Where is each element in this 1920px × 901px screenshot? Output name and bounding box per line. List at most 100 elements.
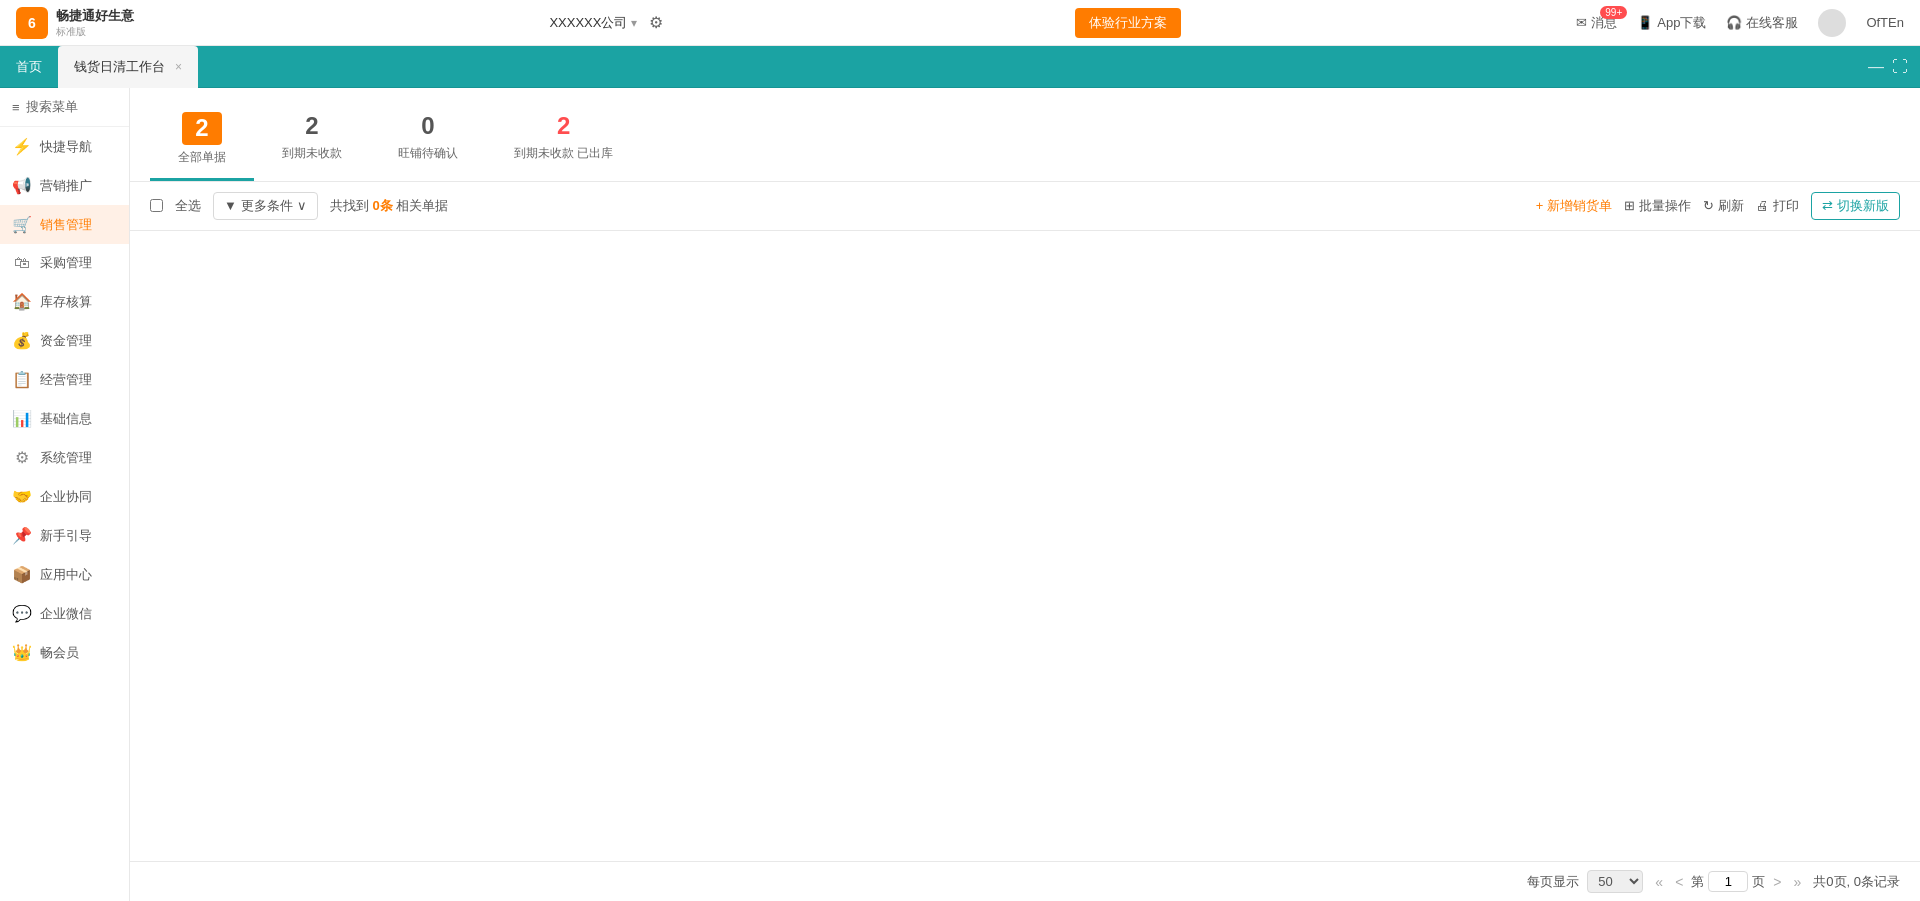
- card-wangpu-pending-label: 旺铺待确认: [398, 145, 458, 162]
- sidebar-item-wechat[interactable]: 💬 企业微信: [0, 594, 129, 633]
- purchase-icon: 🛍: [12, 254, 32, 272]
- card-all[interactable]: 2 全部单据: [150, 104, 254, 181]
- card-overdue-uncollected[interactable]: 2 到期未收款: [254, 104, 370, 181]
- sidebar-item-label: 企业微信: [40, 605, 92, 623]
- batch-icon: ⊞: [1624, 198, 1635, 213]
- tab-qhrq[interactable]: 钱货日清工作台 ×: [58, 46, 198, 88]
- sidebar-item-label: 销售管理: [40, 216, 92, 234]
- company-name: XXXXXX公司: [549, 14, 627, 32]
- last-page-btn[interactable]: »: [1790, 872, 1806, 892]
- sidebar-item-cooperation[interactable]: 🤝 企业协同: [0, 477, 129, 516]
- message-btn[interactable]: ✉ 消息 99+: [1576, 14, 1617, 32]
- print-btn[interactable]: 🖨 打印: [1756, 197, 1799, 215]
- refresh-label: 刷新: [1718, 197, 1744, 215]
- switch-version-btn[interactable]: ⇄ 切换新版: [1811, 192, 1900, 220]
- card-all-num: 2: [182, 112, 222, 145]
- first-page-btn[interactable]: «: [1651, 872, 1667, 892]
- app-center-icon: 📦: [12, 565, 32, 584]
- logo-subtitle: 标准版: [56, 25, 134, 39]
- sidebar-item-system[interactable]: ⚙ 系统管理: [0, 438, 129, 477]
- card-overdue-uncollected-num: 2: [292, 112, 332, 141]
- sidebar-item-purchase[interactable]: 🛍 采购管理: [0, 244, 129, 282]
- select-all-label: 全选: [175, 197, 201, 215]
- logo-text: 畅捷通好生意 标准版: [56, 7, 134, 39]
- logo-area: 6 畅捷通好生意 标准版: [16, 7, 134, 39]
- prev-page-btn[interactable]: <: [1671, 872, 1687, 892]
- online-service-btn[interactable]: 🎧 在线客服: [1726, 14, 1798, 32]
- card-overdue-shipped-label: 到期未收款 已出库: [514, 145, 613, 162]
- card-overdue-shipped-num: 2: [544, 112, 584, 141]
- message-badge: 99+: [1600, 6, 1627, 19]
- marketing-icon: 📢: [12, 176, 32, 195]
- app-download-btn[interactable]: 📱 App下载: [1637, 14, 1706, 32]
- card-overdue-uncollected-label: 到期未收款: [282, 145, 342, 162]
- sidebar-item-label: 资金管理: [40, 332, 92, 350]
- sidebar-item-quick-nav[interactable]: ⚡ 快捷导航: [0, 127, 129, 166]
- per-page-label: 每页显示: [1527, 873, 1579, 891]
- download-icon: 📱: [1637, 15, 1653, 30]
- page-total: 共0页, 0条记录: [1813, 873, 1900, 891]
- system-icon: ⚙: [12, 448, 32, 467]
- table-area: [130, 231, 1920, 861]
- switch-label: 切换新版: [1837, 197, 1889, 215]
- settings-icon[interactable]: ⚙: [649, 13, 663, 32]
- sales-icon: 🛒: [12, 215, 32, 234]
- per-page-select[interactable]: 20 50 100: [1587, 870, 1643, 893]
- content-area: 2 全部单据 2 到期未收款 0 旺铺待确认 2 到期未收款 已出库 全选: [130, 88, 1920, 901]
- chevron-down-icon: ∨: [297, 198, 307, 213]
- sidebar-item-inventory[interactable]: 🏠 库存核算: [0, 282, 129, 321]
- more-filter-label: 更多条件: [241, 197, 293, 215]
- sidebar-item-app-center[interactable]: 📦 应用中心: [0, 555, 129, 594]
- avatar[interactable]: [1818, 9, 1846, 37]
- search-menu-btn[interactable]: ≡ 搜索菜单: [0, 88, 129, 127]
- toolbar: 全选 ▼ 更多条件 ∨ 共找到 0条 相关单据 + 新增销货单 ⊞: [130, 182, 1920, 231]
- refresh-btn[interactable]: ↻ 刷新: [1703, 197, 1744, 215]
- sidebar-item-label: 系统管理: [40, 449, 92, 467]
- more-filter-btn[interactable]: ▼ 更多条件 ∨: [213, 192, 318, 220]
- print-label: 打印: [1773, 197, 1799, 215]
- page-input[interactable]: [1708, 871, 1748, 892]
- select-all-checkbox[interactable]: [150, 199, 163, 212]
- card-wangpu-pending[interactable]: 0 旺铺待确认: [370, 104, 486, 181]
- expand-icon[interactable]: ⛶: [1892, 58, 1908, 76]
- batch-operation-btn[interactable]: ⊞ 批量操作: [1624, 197, 1691, 215]
- company-selector[interactable]: XXXXXX公司 ▾ ⚙: [549, 13, 663, 32]
- switch-icon: ⇄: [1822, 198, 1833, 213]
- capital-icon: 💰: [12, 331, 32, 350]
- sidebar-item-base-info[interactable]: 📊 基础信息: [0, 399, 129, 438]
- tab-home[interactable]: 首页: [0, 46, 58, 88]
- filter-icon: ▼: [224, 198, 237, 213]
- add-sales-order-btn[interactable]: + 新增销货单: [1536, 197, 1612, 215]
- tab-home-label: 首页: [16, 58, 42, 76]
- next-page-btn[interactable]: >: [1769, 872, 1785, 892]
- search-icon: ≡: [12, 100, 20, 115]
- card-overdue-shipped[interactable]: 2 到期未收款 已出库: [486, 104, 641, 181]
- logo-title: 畅捷通好生意: [56, 7, 134, 25]
- minimize-icon[interactable]: —: [1868, 58, 1884, 76]
- sidebar-item-capital[interactable]: 💰 资金管理: [0, 321, 129, 360]
- page-label: 第: [1691, 873, 1704, 891]
- tab-close-icon[interactable]: ×: [175, 60, 182, 74]
- sidebar-item-label: 营销推广: [40, 177, 92, 195]
- tabs-bar: 首页 钱货日清工作台 × — ⛶: [0, 46, 1920, 88]
- toolbar-right: + 新增销货单 ⊞ 批量操作 ↻ 刷新 🖨 打印 ⇄ 切换新版: [1536, 192, 1900, 220]
- window-controls: — ⛶: [1868, 58, 1920, 76]
- wechat-icon: 💬: [12, 604, 32, 623]
- headset-icon: 🎧: [1726, 15, 1742, 30]
- experience-btn[interactable]: 体验行业方案: [1075, 8, 1181, 38]
- sidebar-item-label: 库存核算: [40, 293, 92, 311]
- sidebar-item-sales[interactable]: 🛒 销售管理: [0, 205, 129, 244]
- sidebar-item-member[interactable]: 👑 畅会员: [0, 633, 129, 672]
- sidebar-item-label: 基础信息: [40, 410, 92, 428]
- sidebar-item-operations[interactable]: 📋 经营管理: [0, 360, 129, 399]
- sidebar-item-guide[interactable]: 📌 新手引导: [0, 516, 129, 555]
- inventory-icon: 🏠: [12, 292, 32, 311]
- page-nav: « < 第 页 > »: [1651, 871, 1805, 892]
- online-service-label: 在线客服: [1746, 14, 1798, 32]
- summary-cards: 2 全部单据 2 到期未收款 0 旺铺待确认 2 到期未收款 已出库: [130, 88, 1920, 182]
- sidebar-item-marketing[interactable]: 📢 营销推广: [0, 166, 129, 205]
- header-right: ✉ 消息 99+ 📱 App下载 🎧 在线客服 OfTEn: [1576, 9, 1904, 37]
- batch-label: 批量操作: [1639, 197, 1691, 215]
- logo-icon: 6: [16, 7, 48, 39]
- sidebar: ≡ 搜索菜单 ⚡ 快捷导航 📢 营销推广 🛒 销售管理 🛍 采购管理 🏠 库存核…: [0, 88, 130, 901]
